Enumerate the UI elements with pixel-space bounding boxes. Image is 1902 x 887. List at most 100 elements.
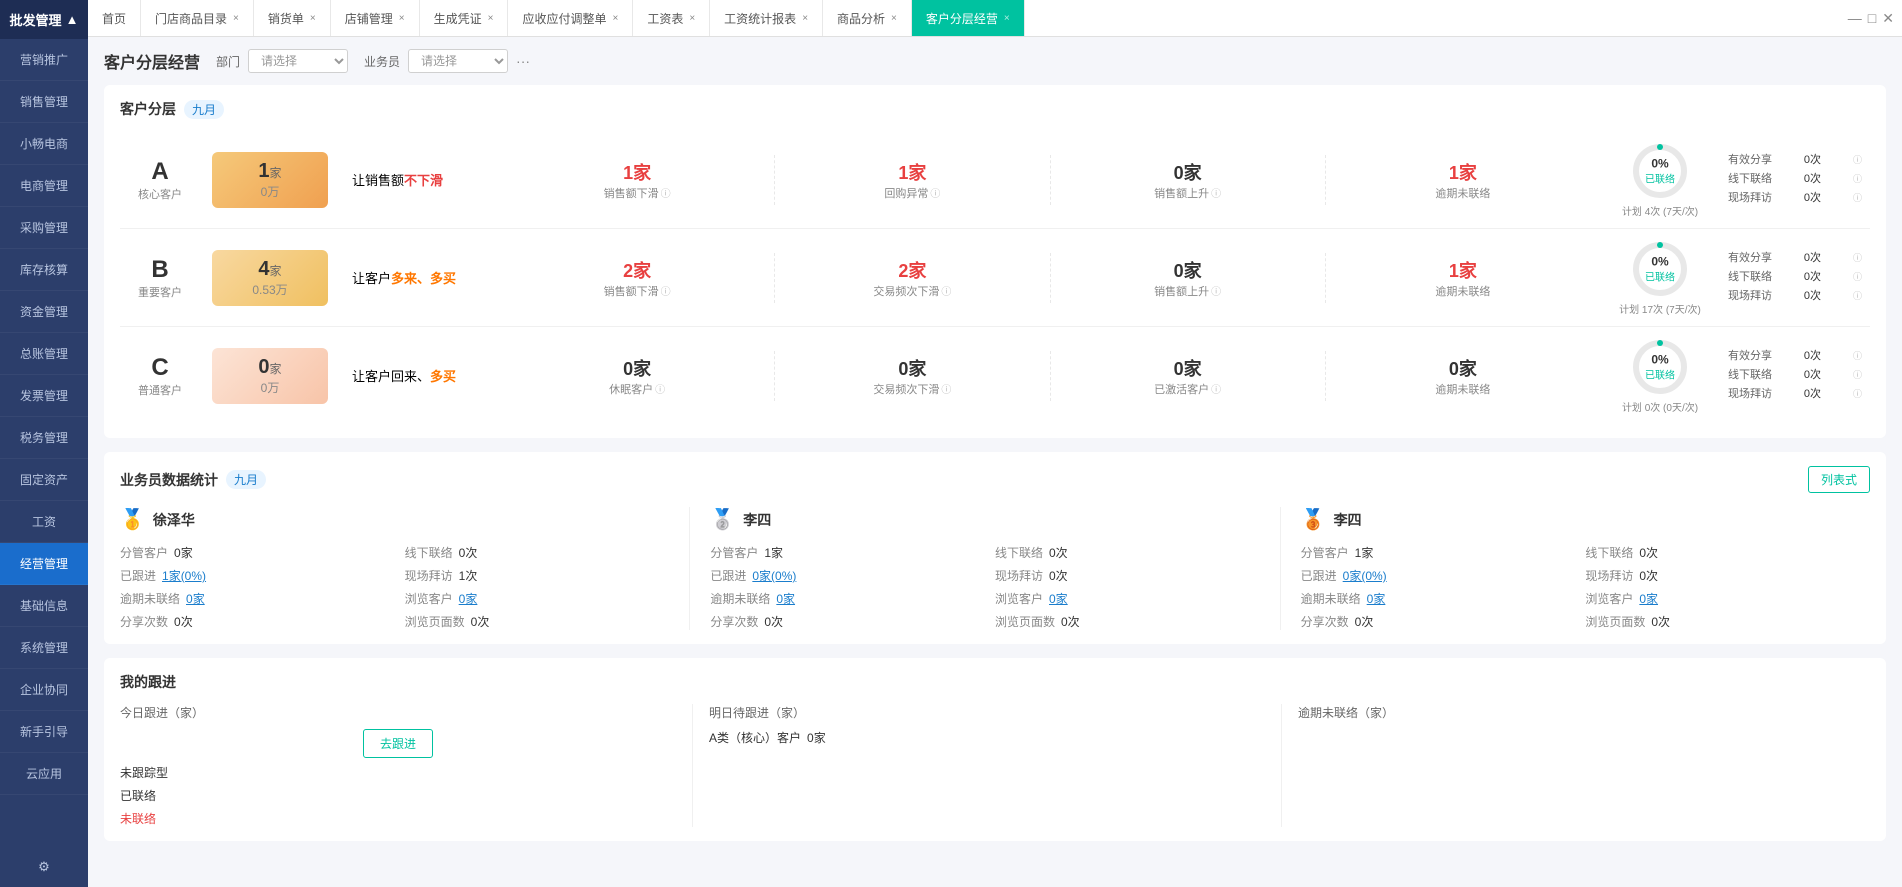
sidebar-item-工资[interactable]: 工资 (0, 501, 88, 543)
followup-col-title: 今日跟进（家） (120, 704, 676, 721)
tier-slogan-col-A: 让销售额不下滑 (340, 170, 500, 189)
stat-label: 回购异常ⓘ (781, 185, 1043, 201)
stat-box: 0家 交易频次下滑ⓘ (775, 351, 1050, 401)
right-stat-info-icon[interactable]: ⓘ (1853, 387, 1862, 400)
tab-close-icon[interactable]: × (1004, 13, 1010, 24)
list-view-button[interactable]: 列表式 (1808, 466, 1870, 493)
info-icon[interactable]: ⓘ (1211, 283, 1221, 298)
sidebar-item-小畅电商[interactable]: 小畅电商 (0, 123, 88, 165)
sidebar-item-营销推广[interactable]: 营销推广 (0, 39, 88, 81)
tab-生成凭证[interactable]: 生成凭证× (420, 0, 509, 36)
page-title: 客户分层经营 (104, 49, 200, 73)
sidebar-item-税务管理[interactable]: 税务管理 (0, 417, 88, 459)
sidebar-item-采购管理[interactable]: 采购管理 (0, 207, 88, 249)
tab-门店商品目录[interactable]: 门店商品目录× (141, 0, 254, 36)
sidebar-item-基础信息[interactable]: 基础信息 (0, 585, 88, 627)
goto-followup-button[interactable]: 去跟进 (363, 729, 433, 758)
sidebar-item-云应用[interactable]: 云应用 (0, 753, 88, 795)
sidebar-settings[interactable]: ⚙ (0, 847, 88, 887)
page-header: 客户分层经营 部门 请选择 业务员 请选择 ··· (104, 49, 1886, 73)
biz-person-name: 徐泽华 (153, 510, 195, 530)
circle-wrap: 0% 已联络 (1630, 239, 1690, 299)
biz-stat-row: 线下联络 0次 (405, 544, 670, 561)
biz-stat-val: 0次 (1049, 544, 1068, 561)
sidebar-item-系统管理[interactable]: 系统管理 (0, 627, 88, 669)
sidebar-item-企业协同[interactable]: 企业协同 (0, 669, 88, 711)
right-stat-info-icon[interactable]: ⓘ (1853, 270, 1862, 283)
right-stat-val: 0次 (1804, 287, 1821, 303)
sidebar-item-电商管理[interactable]: 电商管理 (0, 165, 88, 207)
info-icon[interactable]: ⓘ (941, 381, 951, 396)
sidebar-item-资金管理[interactable]: 资金管理 (0, 291, 88, 333)
tab-商品分析[interactable]: 商品分析× (823, 0, 912, 36)
right-stat-info-icon[interactable]: ⓘ (1853, 289, 1862, 302)
biz-stat-val[interactable]: 0家 (1367, 590, 1386, 607)
sidebar-top[interactable]: 批发管理 ▲ (0, 0, 88, 39)
tab-action-minimize[interactable]: — (1848, 10, 1862, 27)
info-icon[interactable]: ⓘ (655, 381, 665, 396)
tier-slogan-col-C: 让客户回来、多买 (340, 366, 500, 385)
biz-stat-val[interactable]: 0家(0%) (1343, 567, 1387, 584)
stat-box: 1家 销售额下滑ⓘ (500, 155, 775, 205)
salesperson-select[interactable]: 请选择 (408, 49, 508, 73)
stat-num: 1家 (1332, 257, 1594, 283)
tab-工资统计报表[interactable]: 工资统计报表× (710, 0, 823, 36)
tab-工资表[interactable]: 工资表× (633, 0, 710, 36)
tab-close-icon[interactable]: × (310, 13, 316, 24)
right-stat-info-icon[interactable]: ⓘ (1853, 251, 1862, 264)
right-stat-line: 有效分享0次ⓘ (1728, 151, 1862, 167)
tab-close-icon[interactable]: × (891, 13, 897, 24)
biz-stat-label: 现场拜访 (405, 567, 453, 584)
info-icon[interactable]: ⓘ (941, 283, 951, 298)
tab-close-icon[interactable]: × (233, 13, 239, 24)
tab-close-icon[interactable]: × (689, 13, 695, 24)
info-icon[interactable]: ⓘ (1211, 185, 1221, 200)
tab-close-icon[interactable]: × (399, 13, 405, 24)
right-stat-info-icon[interactable]: ⓘ (1853, 172, 1862, 185)
right-stat-info-icon[interactable]: ⓘ (1853, 368, 1862, 381)
biz-header-left: 业务员数据统计 九月 (120, 470, 266, 490)
stat-label: 交易频次下滑ⓘ (781, 283, 1043, 299)
sidebar-item-新手引导[interactable]: 新手引导 (0, 711, 88, 753)
tab-销货单[interactable]: 销货单× (254, 0, 331, 36)
sidebar-toggle-icon[interactable]: ▲ (66, 12, 79, 27)
sidebar-item-经营管理[interactable]: 经营管理 (0, 543, 88, 585)
filter-more-icon[interactable]: ··· (516, 53, 530, 69)
biz-stat-val[interactable]: 0家 (776, 590, 795, 607)
biz-stat-val[interactable]: 0家 (1049, 590, 1068, 607)
biz-stat-val[interactable]: 0家 (459, 590, 478, 607)
tier-label-A: A核心客户 (120, 158, 200, 202)
biz-stat-val[interactable]: 0家(0%) (752, 567, 796, 584)
sidebar-item-库存核算[interactable]: 库存核算 (0, 249, 88, 291)
dept-select[interactable]: 请选择 (248, 49, 348, 73)
info-icon[interactable]: ⓘ (661, 185, 671, 200)
tab-close-icon[interactable]: × (612, 13, 618, 24)
sidebar-item-销售管理[interactable]: 销售管理 (0, 81, 88, 123)
right-stat-info-icon[interactable]: ⓘ (1853, 191, 1862, 204)
sidebar-item-固定资产[interactable]: 固定资产 (0, 459, 88, 501)
info-icon[interactable]: ⓘ (1211, 381, 1221, 396)
biz-stat-row: 浏览页面数 0次 (995, 613, 1260, 630)
biz-stat-val[interactable]: 1家(0%) (162, 567, 206, 584)
info-icon[interactable]: ⓘ (661, 283, 671, 298)
stat-num: 2家 (506, 257, 768, 283)
tab-close-icon[interactable]: × (488, 13, 494, 24)
sidebar-item-发票管理[interactable]: 发票管理 (0, 375, 88, 417)
tab-店铺管理[interactable]: 店铺管理× (331, 0, 420, 36)
info-icon[interactable]: ⓘ (930, 185, 940, 200)
tab-应收应付调整单[interactable]: 应收应付调整单× (508, 0, 633, 36)
biz-stat-val[interactable]: 0家 (1639, 590, 1658, 607)
tier-count-sub: 0.53万 (252, 283, 287, 297)
tab-close-icon[interactable]: × (802, 13, 808, 24)
sidebar-item-总账管理[interactable]: 总账管理 (0, 333, 88, 375)
right-stat-info-icon[interactable]: ⓘ (1853, 349, 1862, 362)
right-stat-info-icon[interactable]: ⓘ (1853, 153, 1862, 166)
biz-stat-val[interactable]: 0家 (186, 590, 205, 607)
right-stat-val: 0次 (1804, 170, 1821, 186)
biz-stat-row: 浏览客户 0家 (405, 590, 670, 607)
tab-首页[interactable]: 首页 (88, 0, 141, 36)
tab-客户分层经营[interactable]: 客户分层经营× (912, 0, 1025, 36)
tab-action-close[interactable]: ✕ (1882, 10, 1894, 27)
filter-row-salesperson: 业务员 请选择 ··· (364, 49, 530, 73)
tab-action-maximize[interactable]: □ (1868, 10, 1876, 27)
